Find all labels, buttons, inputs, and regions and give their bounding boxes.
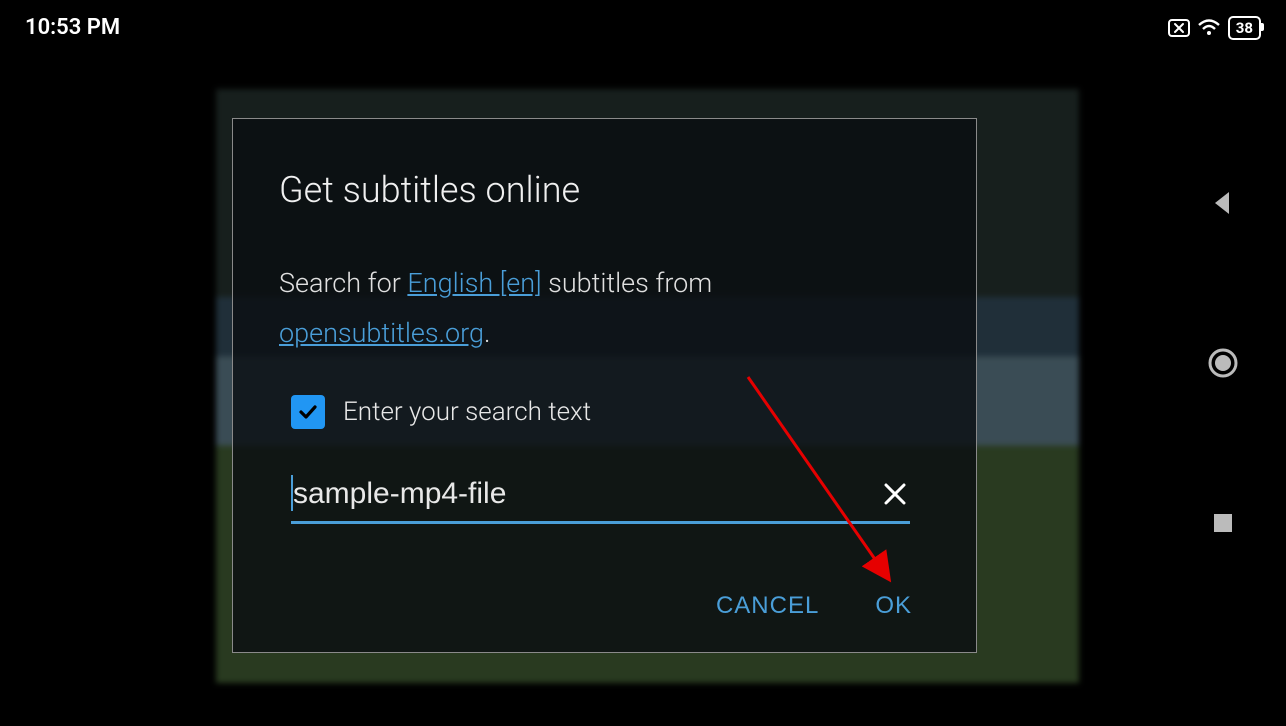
checkbox-label: Enter your search text [343, 397, 591, 427]
language-link[interactable]: English [en] [407, 267, 541, 299]
search-text-checkbox[interactable] [291, 395, 325, 429]
desc-mid: subtitles from [542, 267, 713, 299]
source-link[interactable]: opensubtitles.org [279, 317, 484, 349]
nav-home-button[interactable] [1203, 343, 1243, 383]
nav-recent-button[interactable] [1203, 503, 1243, 543]
status-bar: 10:53 PM 38 [3, 15, 1283, 40]
circle-home-icon [1206, 346, 1240, 380]
search-input[interactable] [291, 473, 880, 515]
check-icon [296, 400, 320, 424]
desc-prefix: Search for [279, 267, 407, 299]
square-recent-icon [1211, 511, 1235, 535]
system-nav-bar [1163, 3, 1283, 723]
status-time: 10:53 PM [25, 15, 120, 40]
search-input-row [291, 473, 910, 524]
triangle-back-icon [1209, 189, 1237, 217]
desc-suffix: . [484, 317, 490, 349]
text-cursor [291, 475, 293, 511]
dialog-actions: CANCEL OK [279, 592, 930, 626]
ok-button[interactable]: OK [875, 592, 912, 620]
dialog-title: Get subtitles online [279, 169, 930, 211]
search-text-checkbox-row: Enter your search text [291, 395, 930, 429]
nav-back-button[interactable] [1203, 183, 1243, 223]
subtitles-dialog: Get subtitles online Search for English … [232, 118, 977, 653]
dialog-description: Search for English [en] subtitles from o… [279, 259, 930, 359]
cancel-button[interactable]: CANCEL [716, 592, 819, 620]
clear-input-button[interactable] [880, 479, 910, 509]
close-icon [882, 481, 908, 507]
